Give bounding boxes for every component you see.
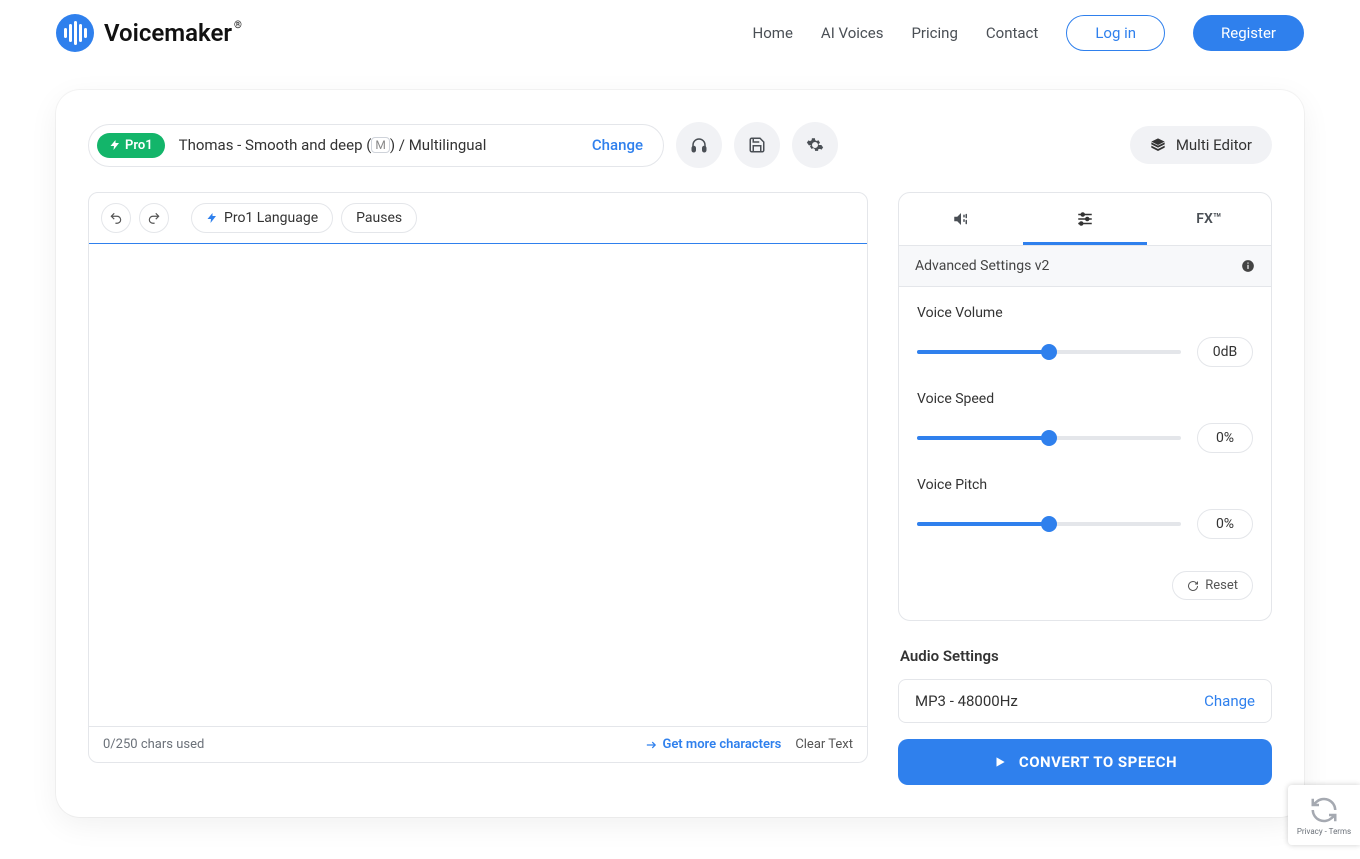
tab-fx[interactable]: FX™ [1147, 193, 1271, 245]
volume-value: 0dB [1197, 337, 1253, 367]
speed-label: Voice Speed [917, 391, 1253, 407]
nav-home[interactable]: Home [753, 24, 793, 42]
recaptcha-badge: Privacy - Terms [1288, 785, 1360, 845]
layers-icon [1150, 137, 1166, 153]
recaptcha-text: Privacy - Terms [1297, 827, 1351, 836]
logo-icon [56, 14, 94, 52]
bolt-icon [109, 139, 121, 151]
recaptcha-icon [1309, 795, 1339, 825]
pitch-value: 0% [1197, 509, 1253, 539]
save-icon [748, 136, 766, 154]
brand-name: Voicemaker [104, 19, 232, 47]
undo-icon [109, 211, 123, 225]
speed-value: 0% [1197, 423, 1253, 453]
volume-icon [952, 210, 970, 228]
register-button[interactable]: Register [1193, 15, 1304, 51]
nav-ai-voices[interactable]: AI Voices [821, 24, 884, 42]
pauses-button[interactable]: Pauses [341, 203, 417, 233]
nav-contact[interactable]: Contact [986, 24, 1038, 42]
advanced-settings-title: Advanced Settings v2 [915, 258, 1049, 274]
change-voice-link[interactable]: Change [592, 136, 643, 154]
redo-icon [147, 211, 161, 225]
headphones-icon [690, 136, 708, 154]
voice-name: Thomas - Smooth and deep (M) / Multiling… [179, 136, 487, 154]
get-more-characters-link[interactable]: Get more characters [644, 737, 781, 752]
undo-button[interactable] [101, 203, 131, 233]
tab-sliders[interactable] [1023, 193, 1147, 245]
voice-gender-tag: M [371, 137, 389, 153]
audio-format-row[interactable]: MP3 - 48000Hz Change [898, 679, 1272, 723]
volume-slider[interactable] [917, 350, 1181, 354]
audio-settings-title: Audio Settings [900, 647, 1270, 665]
pitch-slider[interactable] [917, 522, 1181, 526]
save-button[interactable] [734, 122, 780, 168]
info-icon[interactable] [1241, 259, 1255, 273]
pro-language-button[interactable]: Pro1 Language [191, 203, 333, 233]
arrow-right-icon [644, 740, 658, 750]
nav-pricing[interactable]: Pricing [911, 24, 957, 42]
refresh-icon [1187, 580, 1199, 592]
settings-button[interactable] [792, 122, 838, 168]
pitch-label: Voice Pitch [917, 477, 1253, 493]
pro-badge: Pro1 [97, 133, 165, 158]
convert-button[interactable]: CONVERT TO SPEECH [898, 739, 1272, 785]
headphones-button[interactable] [676, 122, 722, 168]
volume-label: Voice Volume [917, 305, 1253, 321]
audio-format: MP3 - 48000Hz [915, 692, 1018, 710]
char-count: 0/250 chars used [103, 737, 204, 752]
reset-button[interactable]: Reset [1172, 571, 1253, 600]
multi-editor-label: Multi Editor [1176, 136, 1252, 154]
sliders-icon [1076, 210, 1094, 228]
gear-icon [806, 136, 824, 154]
brand-registered: ® [234, 21, 242, 31]
multi-editor-button[interactable]: Multi Editor [1130, 126, 1272, 164]
login-button[interactable]: Log in [1066, 15, 1165, 51]
text-input[interactable] [89, 244, 867, 722]
clear-text-link[interactable]: Clear Text [795, 737, 853, 752]
brand-logo[interactable]: Voicemaker ® [56, 14, 242, 52]
speed-slider[interactable] [917, 436, 1181, 440]
voice-selector[interactable]: Pro1 Thomas - Smooth and deep (M) / Mult… [88, 124, 664, 167]
redo-button[interactable] [139, 203, 169, 233]
bolt-icon [206, 212, 218, 224]
change-audio-link[interactable]: Change [1204, 692, 1255, 710]
tab-volume[interactable] [899, 193, 1023, 245]
play-icon [993, 755, 1007, 769]
